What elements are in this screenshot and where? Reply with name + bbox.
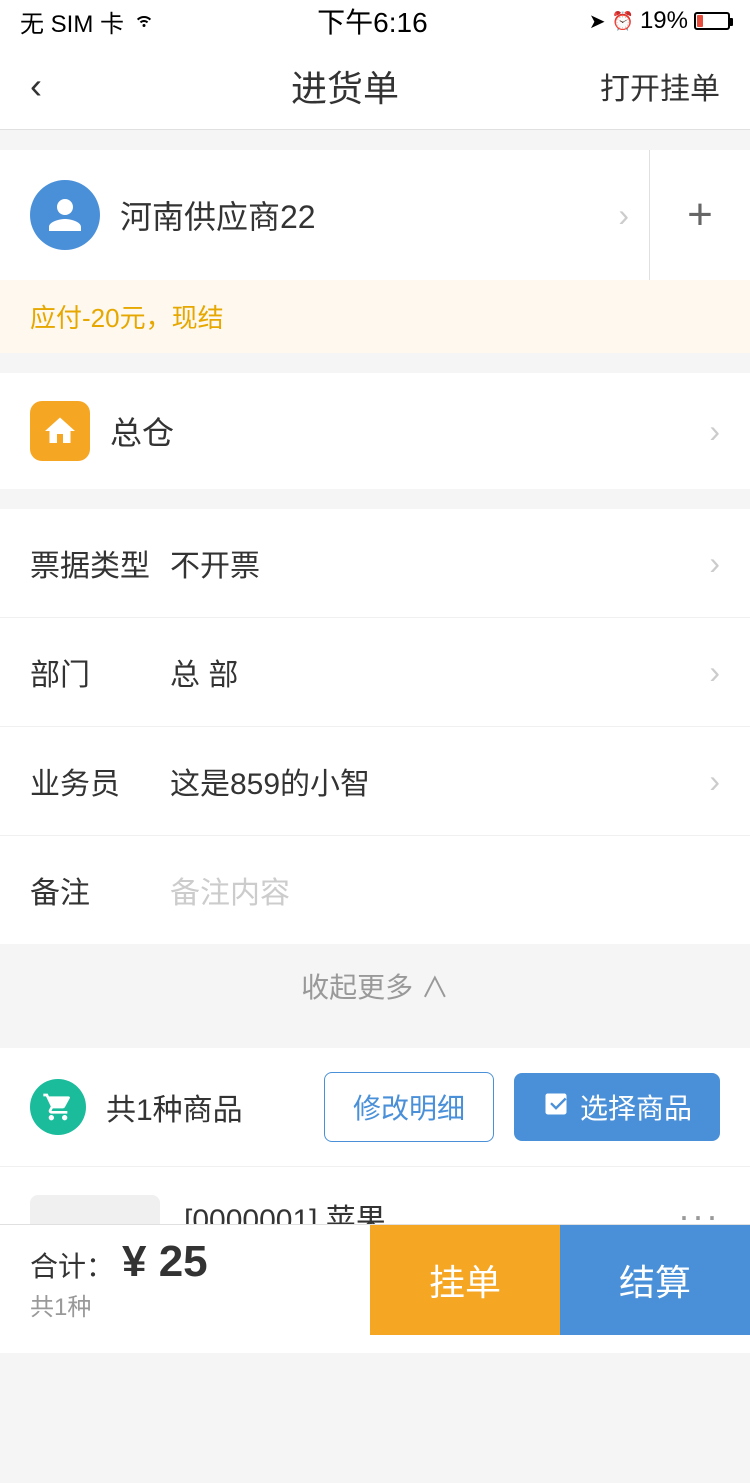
total-sub: 共1种 [30,1287,340,1322]
alarm-icon: ⏰ [612,11,634,32]
invoice-type-row[interactable]: 票据类型 不开票 › [0,509,750,618]
invoice-type-chevron-icon: › [709,545,720,582]
remark-placeholder: 备注内容 [170,868,720,912]
department-value: 总 部 [170,650,699,694]
supplier-section: 河南供应商22 › + 应付-20元，现结 [0,150,750,353]
select-product-label: 选择商品 [580,1087,692,1127]
form-section: 票据类型 不开票 › 部门 总 部 › 业务员 这是859的小智 › 备注 备注… [0,509,750,944]
nav-bar: ‹ 进货单 打开挂单 [0,42,750,130]
supplier-notice: 应付-20元，现结 [0,280,750,353]
supplier-name: 河南供应商22 [120,192,608,238]
hang-button[interactable]: 挂单 [370,1225,560,1335]
salesperson-value: 这是859的小智 [170,759,699,803]
battery-icon [694,12,730,30]
product-count-label: 共1种商品 [106,1085,324,1129]
total-amount: ¥ 25 [122,1237,208,1287]
total-label: 合计： [30,1245,114,1285]
collapse-bar[interactable]: 收起更多 ∧ [0,944,750,1028]
warehouse-name: 总仓 [110,408,699,454]
add-supplier-button[interactable]: + [650,150,750,280]
invoice-type-label: 票据类型 [30,541,170,585]
supplier-chevron-icon: › [618,197,629,234]
remark-label: 备注 [30,868,170,912]
salesperson-label: 业务员 [30,759,170,803]
invoice-type-value: 不开票 [170,541,699,585]
sim-text: 无 SIM 卡 [20,4,124,39]
product-header: 共1种商品 修改明细 选择商品 [0,1048,750,1167]
location-icon: ➤ [589,9,606,34]
department-row[interactable]: 部门 总 部 › [0,618,750,727]
warehouse-icon [30,401,90,461]
select-product-button[interactable]: 选择商品 [514,1073,720,1141]
warehouse-chevron-icon: › [709,413,720,450]
status-bar: 无 SIM 卡 下午6:16 ➤ ⏰ 19% [0,0,750,42]
checkout-button[interactable]: 结算 [560,1225,750,1335]
department-label: 部门 [30,650,170,694]
product-count-icon [30,1079,86,1135]
back-button[interactable]: ‹ [30,65,90,107]
supplier-avatar [30,180,100,250]
status-time: 下午6:16 [317,1,428,41]
bottom-bar: 合计： ¥ 25 共1种 挂单 结算 [0,1224,750,1334]
department-chevron-icon: › [709,654,720,691]
battery-text: 19% [640,7,688,35]
salesperson-row[interactable]: 业务员 这是859的小智 › [0,727,750,836]
status-right: ➤ ⏰ 19% [589,7,730,35]
status-left: 无 SIM 卡 [20,4,156,39]
supplier-row[interactable]: 河南供应商22 › [0,150,649,280]
select-product-icon [542,1090,570,1125]
total-area: 合计： ¥ 25 共1种 [0,1237,370,1322]
warehouse-row[interactable]: 总仓 › [0,373,750,489]
page-title: 进货单 [291,60,399,112]
open-hang-button[interactable]: 打开挂单 [600,64,720,108]
edit-details-button[interactable]: 修改明细 [324,1072,494,1142]
wifi-icon [132,7,156,35]
salesperson-chevron-icon: › [709,763,720,800]
remark-row[interactable]: 备注 备注内容 [0,836,750,944]
